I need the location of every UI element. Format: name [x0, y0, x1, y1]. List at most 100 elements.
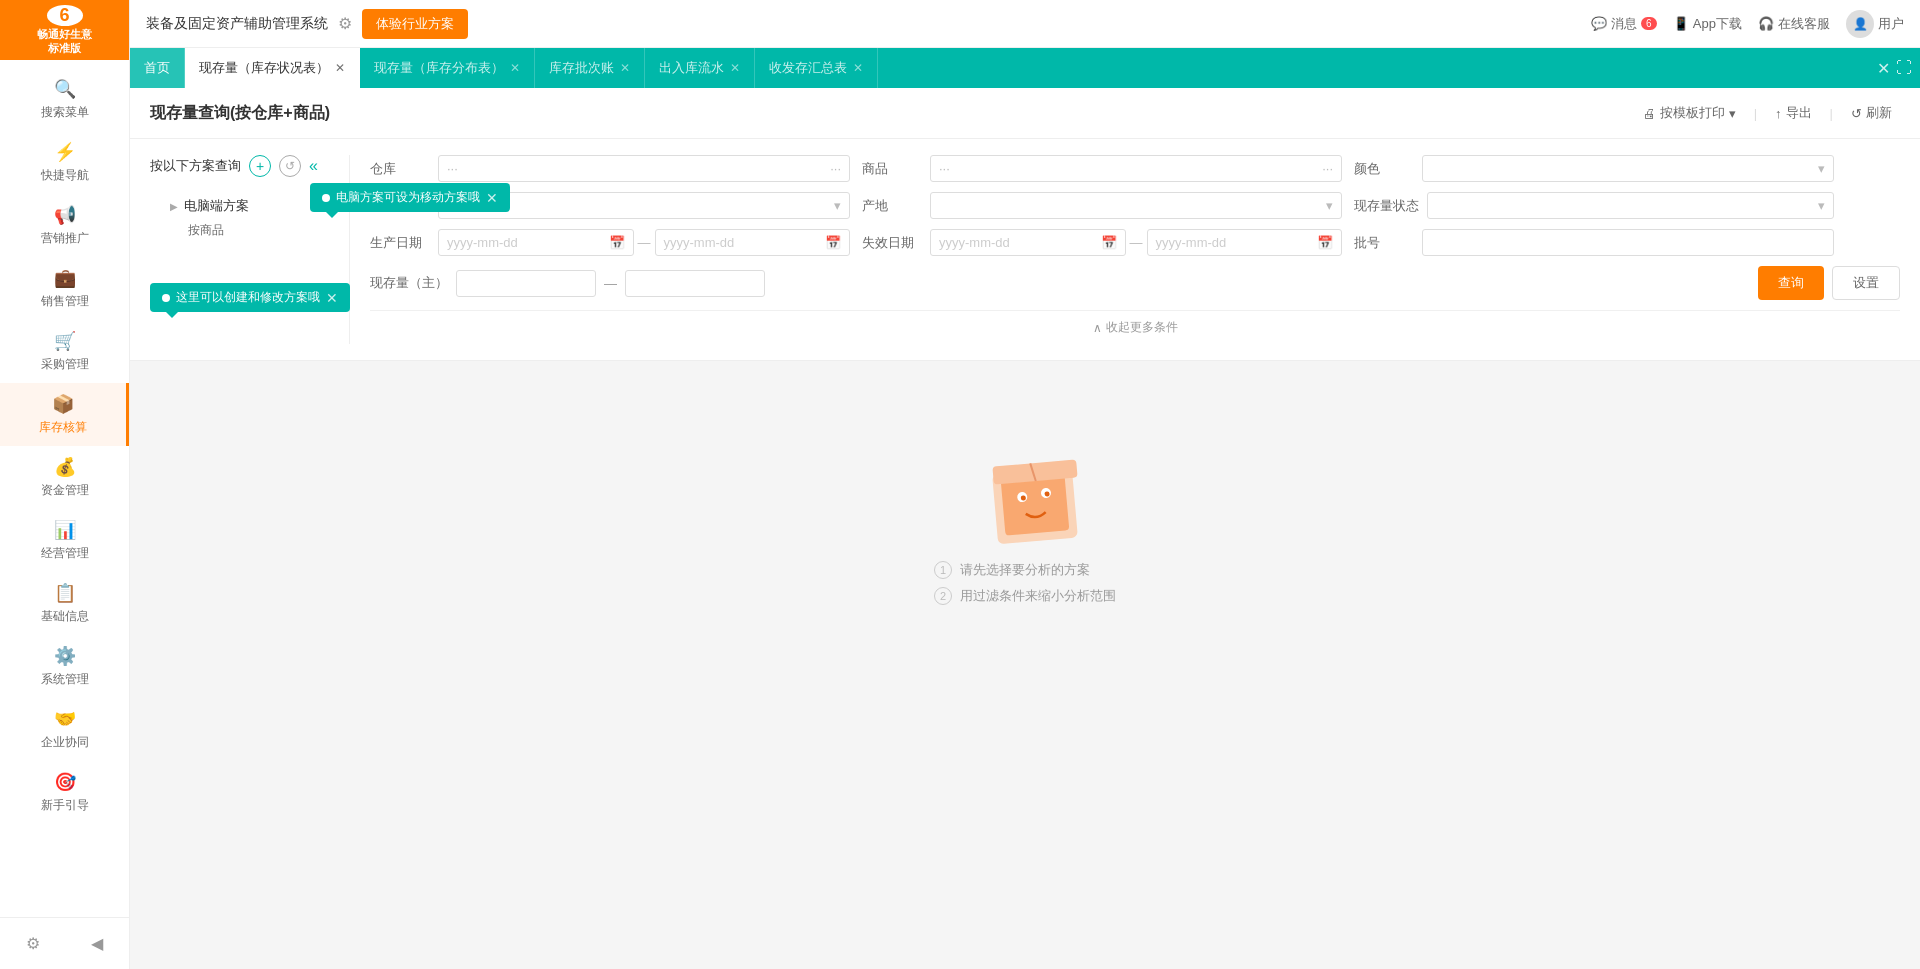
user-btn[interactable]: 👤 用户: [1846, 10, 1904, 38]
enterprise-icon: 🤝: [54, 708, 76, 730]
inventory-icon: 📦: [52, 393, 74, 415]
plan-tree: ▶ 电脑端方案 按商品 这里可以创建和修改方案哦 ✕: [150, 189, 333, 316]
filter-row-2: 尺码 ▾ 产地 ▾ 现存量状态: [370, 192, 1900, 219]
prod-date-start-input[interactable]: yyyy-mm-dd 📅: [438, 229, 634, 256]
tab-inventory-dist[interactable]: 现存量（库存分布表） ✕: [360, 48, 535, 88]
operations-icon: 📊: [54, 519, 76, 541]
filter-buttons: 查询 设置: [1758, 266, 1900, 300]
tabbar: 首页 现存量（库存状况表） ✕ 现存量（库存分布表） ✕ 库存批次账 ✕ 出入库…: [130, 48, 1920, 88]
app-logo: 6 畅通好生意 标准版: [0, 0, 129, 60]
notice-btn[interactable]: 💬 消息 6: [1591, 15, 1657, 33]
settings-bottom-btn[interactable]: ⚙: [22, 930, 44, 957]
tab-close-batch-ledger[interactable]: ✕: [620, 61, 630, 75]
tabbar-close-all-btn[interactable]: ✕: [1877, 59, 1890, 78]
warehouse-select[interactable]: ··· ···: [438, 155, 850, 182]
empty-step-2: 2 用过滤条件来缩小分析范围: [934, 583, 1116, 609]
topbar-left: 装备及固定资产辅助管理系统 ⚙ 体验行业方案: [146, 9, 468, 39]
refresh-btn[interactable]: ↺ 刷新: [1843, 100, 1900, 126]
tab-close-inventory-status[interactable]: ✕: [335, 61, 345, 75]
filter-color: 颜色 ▾: [1354, 155, 1834, 182]
stock-qty-max-input[interactable]: [625, 270, 765, 297]
filter-goods: 商品 ··· ···: [862, 155, 1342, 182]
plan-button[interactable]: 体验行业方案: [362, 9, 468, 39]
prod-date-end-input[interactable]: yyyy-mm-dd 📅: [655, 229, 851, 256]
filter-batch: 批号: [1354, 229, 1834, 256]
tooltip-plan-create: 这里可以创建和修改方案哦 ✕: [150, 283, 350, 312]
filter-stock-qty: 现存量（主） —: [370, 268, 850, 299]
goods-dropdown-icon: ···: [1322, 161, 1333, 176]
sidebar-item-guide[interactable]: 🎯 新手引导: [0, 761, 129, 824]
sidebar-item-quicknav[interactable]: ⚡ 快捷导航: [0, 131, 129, 194]
marketing-icon: 📢: [54, 204, 76, 226]
download-btn[interactable]: 📱 App下载: [1673, 15, 1742, 33]
export-btn[interactable]: ↑ 导出: [1767, 100, 1820, 126]
sidebar-bottom: ⚙ ◀: [0, 917, 129, 969]
tab-close-flow[interactable]: ✕: [730, 61, 740, 75]
tooltip2-close-btn[interactable]: ✕: [326, 290, 338, 306]
topbar-setting-icon[interactable]: ⚙: [338, 14, 352, 33]
color-select[interactable]: ▾: [1422, 155, 1834, 182]
filter-fields: 仓库 ··· ··· 商品 ··· ··· 颜色: [370, 155, 1900, 344]
tab-summary[interactable]: 收发存汇总表 ✕: [755, 48, 878, 88]
expire-date-start-cal-icon: 📅: [1101, 235, 1117, 250]
color-chevron-icon: ▾: [1818, 161, 1825, 176]
sidebar-item-search[interactable]: 🔍 搜索菜单: [0, 68, 129, 131]
sidebar-item-inventory[interactable]: 📦 库存核算: [0, 383, 129, 446]
sales-icon: 💼: [54, 267, 76, 289]
tooltip1-close-btn[interactable]: ✕: [486, 190, 498, 206]
sidebar-item-sales[interactable]: 💼 销售管理: [0, 257, 129, 320]
empty-text: 1 请先选择要分析的方案 2 用过滤条件来缩小分析范围: [934, 557, 1116, 609]
sidebar-item-enterprise[interactable]: 🤝 企业协同: [0, 698, 129, 761]
plan-tree-item-pc[interactable]: ▶ 电脑端方案: [150, 193, 333, 219]
filter-row-3: 生产日期 yyyy-mm-dd 📅 — yyyy-mm-dd 📅 失效日期: [370, 229, 1900, 256]
filter-prod-date: 生产日期 yyyy-mm-dd 📅 — yyyy-mm-dd 📅: [370, 229, 850, 256]
batch-input[interactable]: [1422, 229, 1834, 256]
sidebar-item-basics[interactable]: 📋 基础信息: [0, 572, 129, 635]
filter-back-btn[interactable]: «: [309, 157, 318, 175]
tab-close-summary[interactable]: ✕: [853, 61, 863, 75]
purchase-icon: 🛒: [54, 330, 76, 352]
tabbar-fullscreen-btn[interactable]: ⛶: [1896, 59, 1912, 77]
filter-add-plan-btn[interactable]: +: [249, 155, 271, 177]
prod-date-start-cal-icon: 📅: [609, 235, 625, 250]
tab-inventory-status[interactable]: 现存量（库存状况表） ✕: [185, 48, 360, 88]
refresh-icon: ↺: [1851, 106, 1862, 121]
tab-flow[interactable]: 出入库流水 ✕: [645, 48, 755, 88]
sidebar-item-finance[interactable]: 💰 资金管理: [0, 446, 129, 509]
sidebar-item-marketing[interactable]: 📢 营销推广: [0, 194, 129, 257]
print-template-btn[interactable]: 🖨 按模板打印 ▾: [1635, 100, 1744, 126]
search-icon: 🔍: [54, 78, 76, 100]
tab-close-inventory-dist[interactable]: ✕: [510, 61, 520, 75]
sidebar-item-purchase[interactable]: 🛒 采购管理: [0, 320, 129, 383]
tab-home[interactable]: 首页: [130, 48, 185, 88]
system-name: 装备及固定资产辅助管理系统: [146, 15, 328, 33]
prod-date-end-cal-icon: 📅: [825, 235, 841, 250]
expire-date-end-input[interactable]: yyyy-mm-dd 📅: [1147, 229, 1343, 256]
page-actions: 🖨 按模板打印 ▾ | ↑ 导出 | ↺ 刷新: [1635, 100, 1900, 126]
filter-collapse-bar[interactable]: ∧ 收起更多条件: [370, 310, 1900, 344]
reset-button[interactable]: 设置: [1832, 266, 1900, 300]
goods-select[interactable]: ··· ···: [930, 155, 1342, 182]
filter-header: 按以下方案查询 + ↺ «: [150, 155, 333, 177]
page-title: 现存量查询(按仓库+商品): [150, 103, 330, 124]
topbar-right: 💬 消息 6 📱 App下载 🎧 在线客服 👤 用户: [1591, 10, 1904, 38]
size-chevron-icon: ▾: [834, 198, 841, 213]
sidebar-item-system[interactable]: ⚙️ 系统管理: [0, 635, 129, 698]
svg-rect-1: [1001, 474, 1070, 535]
search-button[interactable]: 查询: [1758, 266, 1824, 300]
stock-status-select[interactable]: ▾: [1427, 192, 1834, 219]
collapse-sidebar-btn[interactable]: ◀: [87, 930, 107, 957]
tree-expand-icon: ▶: [170, 201, 178, 212]
sidebar-item-operations[interactable]: 📊 经营管理: [0, 509, 129, 572]
origin-select[interactable]: ▾: [930, 192, 1342, 219]
support-btn[interactable]: 🎧 在线客服: [1758, 15, 1830, 33]
filter-origin: 产地 ▾: [862, 192, 1342, 219]
expire-date-start-input[interactable]: yyyy-mm-dd 📅: [930, 229, 1126, 256]
tab-batch-ledger[interactable]: 库存批次账 ✕: [535, 48, 645, 88]
stock-qty-min-input[interactable]: [456, 270, 596, 297]
plan-tree-sub-item-goods[interactable]: 按商品: [180, 219, 333, 242]
empty-state: 1 请先选择要分析的方案 2 用过滤条件来缩小分析范围: [130, 361, 1920, 689]
filter-refresh-btn[interactable]: ↺: [279, 155, 301, 177]
origin-chevron-icon: ▾: [1326, 198, 1333, 213]
empty-step-1: 1 请先选择要分析的方案: [934, 557, 1116, 583]
